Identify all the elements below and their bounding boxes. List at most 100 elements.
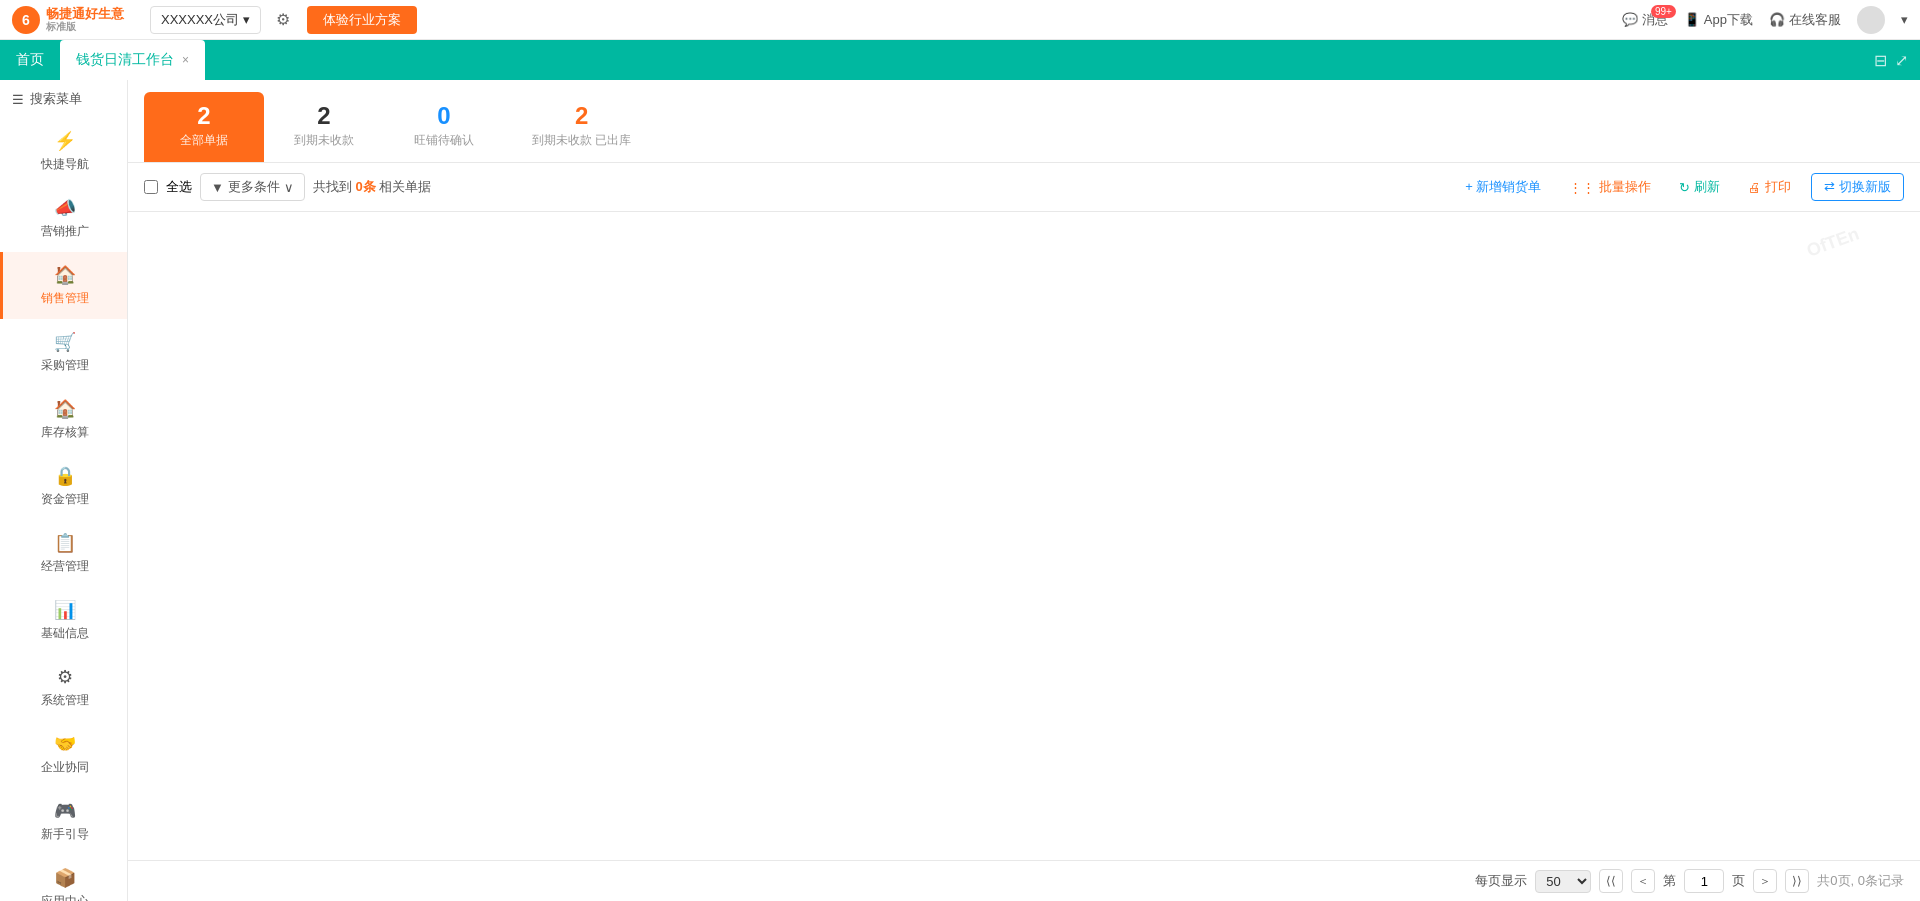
tab-active[interactable]: 钱货日清工作台 × xyxy=(60,40,205,80)
refresh-button[interactable]: ↻ 刷新 xyxy=(1671,174,1728,200)
stat-all-num: 2 xyxy=(197,102,210,130)
filter-button[interactable]: ▼ 更多条件 ∨ xyxy=(200,173,305,201)
sidebar-item-operations[interactable]: 📋 经营管理 xyxy=(0,520,127,587)
print-icon: 🖨 xyxy=(1748,180,1761,195)
marketing-icon: 📣 xyxy=(54,197,76,219)
sidebar-item-app-center[interactable]: 📦 应用中心 xyxy=(0,855,127,901)
user-name-area[interactable]: ▾ xyxy=(1901,12,1908,27)
page-label: 第 xyxy=(1663,872,1676,890)
sidebar-item-sales[interactable]: 🏠 销售管理 xyxy=(0,252,127,319)
tab-expand-icon[interactable]: ⤢ xyxy=(1895,51,1908,70)
sidebar-item-label: 经营管理 xyxy=(41,558,89,575)
sidebar-item-label: 营销推广 xyxy=(41,223,89,240)
sidebar-item-label: 新手引导 xyxy=(41,826,89,843)
home-tab-label: 首页 xyxy=(16,51,44,69)
next-page-button[interactable]: ＞ xyxy=(1753,869,1777,893)
sidebar-item-marketing[interactable]: 📣 营销推广 xyxy=(0,185,127,252)
user-avatar[interactable] xyxy=(1857,6,1885,34)
sidebar-item-enterprise[interactable]: 🤝 企业协同 xyxy=(0,721,127,788)
sidebar-item-label: 系统管理 xyxy=(41,692,89,709)
toolbar-left: 全选 ▼ 更多条件 ∨ 共找到 0条 相关单据 xyxy=(144,173,1445,201)
messages-button[interactable]: 💬 消息 99+ xyxy=(1622,11,1668,29)
settings-button[interactable]: ⚙ xyxy=(269,6,297,34)
sidebar-item-basic-info[interactable]: 📊 基础信息 xyxy=(0,587,127,654)
stat-tab-pending[interactable]: 0 旺铺待确认 xyxy=(384,92,504,162)
toolbar-right: + 新增销货单 ⋮⋮ 批量操作 ↻ 刷新 🖨 打印 ⇄ 切换新版 xyxy=(1453,173,1904,201)
sidebar-item-guide[interactable]: 🎮 新手引导 xyxy=(0,788,127,855)
online-service-label: 在线客服 xyxy=(1789,11,1841,29)
batch-button[interactable]: ⋮⋮ 批量操作 xyxy=(1561,174,1659,200)
sidebar: ☰ 搜索菜单 ⚡ 快捷导航 📣 营销推广 🏠 销售管理 🛒 采购管理 🏠 库存核… xyxy=(0,80,128,901)
inventory-icon: 🏠 xyxy=(54,398,76,420)
chevron-down-icon: ▾ xyxy=(1901,12,1908,27)
found-text: 共找到 0条 相关单据 xyxy=(313,178,431,196)
per-page-label: 每页显示 xyxy=(1475,872,1527,890)
online-service-button[interactable]: 🎧 在线客服 xyxy=(1769,11,1841,29)
sidebar-item-quick-nav[interactable]: ⚡ 快捷导航 xyxy=(0,118,127,185)
system-icon: ⚙ xyxy=(57,666,73,688)
last-page-button[interactable]: ⟩⟩ xyxy=(1785,869,1809,893)
batch-icon: ⋮⋮ xyxy=(1569,180,1595,195)
sidebar-item-label: 基础信息 xyxy=(41,625,89,642)
stat-tab-all[interactable]: 2 全部单据 xyxy=(144,92,264,162)
search-menu-item[interactable]: ☰ 搜索菜单 xyxy=(0,80,127,118)
tab-minimize-icon[interactable]: ⊟ xyxy=(1874,51,1887,70)
print-button[interactable]: 🖨 打印 xyxy=(1740,174,1799,200)
first-page-button[interactable]: ⟨⟨ xyxy=(1599,869,1623,893)
search-menu-label: 搜索菜单 xyxy=(30,90,82,108)
guide-icon: 🎮 xyxy=(54,800,76,822)
logo-icon: 6 xyxy=(12,6,40,34)
sidebar-item-purchase[interactable]: 🛒 采购管理 xyxy=(0,319,127,386)
tab-close-icon[interactable]: × xyxy=(182,53,189,67)
dropdown-arrow: ∨ xyxy=(284,180,294,195)
top-right-area: 💬 消息 99+ 📱 App下载 🎧 在线客服 ▾ xyxy=(1622,6,1908,34)
select-all-checkbox[interactable] xyxy=(144,180,158,194)
tab-bar-actions: ⊟ ⤢ xyxy=(1874,51,1920,70)
finance-icon: 🔒 xyxy=(54,465,76,487)
switch-version-button[interactable]: ⇄ 切换新版 xyxy=(1811,173,1904,201)
select-all-label: 全选 xyxy=(166,178,192,196)
toolbar: 全选 ▼ 更多条件 ∨ 共找到 0条 相关单据 + 新增销货单 xyxy=(128,163,1920,212)
phone-icon: 📱 xyxy=(1684,12,1700,27)
prev-page-button[interactable]: ＜ xyxy=(1631,869,1655,893)
sidebar-item-label: 应用中心 xyxy=(41,893,89,901)
tab-home[interactable]: 首页 xyxy=(0,40,60,80)
sidebar-item-inventory[interactable]: 🏠 库存核算 xyxy=(0,386,127,453)
new-order-button[interactable]: + 新增销货单 xyxy=(1453,174,1549,200)
sidebar-item-label: 资金管理 xyxy=(41,491,89,508)
logo-sub: 标准版 xyxy=(46,21,124,33)
per-page-select[interactable]: 50 10 20 100 xyxy=(1535,870,1591,893)
stat-shipped-label: 到期未收款 已出库 xyxy=(532,132,631,149)
stat-shipped-num: 2 xyxy=(575,102,588,130)
app-download-button[interactable]: 📱 App下载 xyxy=(1684,11,1753,29)
top-bar: 6 畅捷通好生意 标准版 XXXXXX公司 ▾ ⚙ 体验行业方案 💬 消息 99… xyxy=(0,0,1920,40)
footer-bar: 每页显示 50 10 20 100 ⟨⟨ ＜ 第 页 ＞ ⟩⟩ 共0页, 0条记… xyxy=(128,860,1920,901)
app-download-label: App下载 xyxy=(1704,11,1753,29)
logo-text: 畅捷通好生意 标准版 xyxy=(46,6,124,34)
table-area: OfTEn xyxy=(128,212,1920,860)
active-tab-label: 钱货日清工作台 xyxy=(76,51,174,69)
stat-pending-num: 0 xyxy=(437,102,450,130)
page-input[interactable] xyxy=(1684,869,1724,893)
sidebar-item-label: 快捷导航 xyxy=(41,156,89,173)
stat-all-label: 全部单据 xyxy=(180,132,228,149)
enterprise-icon: 🤝 xyxy=(54,733,76,755)
content-area: 2 全部单据 2 到期未收款 0 旺铺待确认 2 到期未收款 已出库 全选 xyxy=(128,80,1920,901)
operations-icon: 📋 xyxy=(54,532,76,554)
watermark: OfTEn xyxy=(1804,223,1862,261)
filter-icon: ▼ xyxy=(211,180,224,195)
purchase-icon: 🛒 xyxy=(54,331,76,353)
app-center-icon: 📦 xyxy=(54,867,76,889)
sidebar-item-label: 采购管理 xyxy=(41,357,89,374)
message-icon: 💬 xyxy=(1622,12,1638,27)
stat-tab-overdue[interactable]: 2 到期未收款 xyxy=(264,92,384,162)
sidebar-item-label: 库存核算 xyxy=(41,424,89,441)
sidebar-item-system[interactable]: ⚙ 系统管理 xyxy=(0,654,127,721)
filter-label: 更多条件 xyxy=(228,178,280,196)
experience-button[interactable]: 体验行业方案 xyxy=(307,6,417,34)
total-info: 共0页, 0条记录 xyxy=(1817,872,1904,890)
dropdown-icon: ▾ xyxy=(243,12,250,27)
company-selector[interactable]: XXXXXX公司 ▾ xyxy=(150,6,261,34)
stat-tab-shipped[interactable]: 2 到期未收款 已出库 xyxy=(504,92,659,162)
sidebar-item-finance[interactable]: 🔒 资金管理 xyxy=(0,453,127,520)
